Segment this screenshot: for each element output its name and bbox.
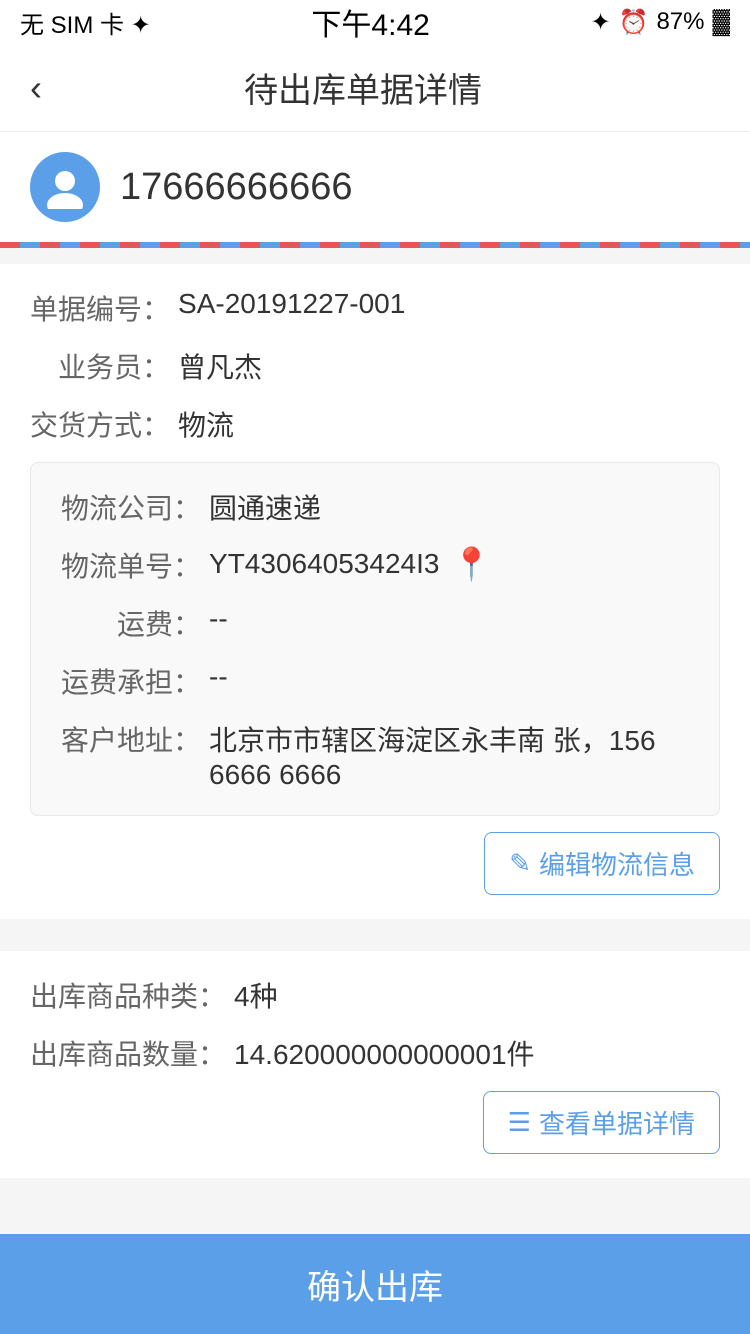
back-icon: ‹ [30, 67, 42, 108]
list-icon: ☰ [508, 1107, 531, 1138]
freight-bearer-value: -- [201, 661, 689, 693]
edit-logistics-button[interactable]: ✎ 编辑物流信息 [484, 832, 720, 895]
tracking-label: 物流单号： [61, 545, 201, 585]
freight-label: 运费： [61, 603, 201, 643]
page-title: 待出库单据详情 [62, 63, 664, 112]
address-label: 客户地址： [61, 719, 201, 759]
status-bar: 无 SIM 卡 ✦ 下午4:42 ✦ ⏰ 87% ▓ [0, 0, 750, 44]
customer-header: 17666666666 [0, 132, 750, 242]
status-right: ✦ ⏰ 87% ▓ [590, 8, 730, 37]
doc-number-label: 单据编号： [30, 288, 170, 328]
goods-quantity-row: 出库商品数量： 14.620000000000001件 [30, 1033, 720, 1073]
edit-icon: ✎ [509, 848, 531, 879]
logistics-card: 物流公司： 圆通速递 物流单号： YT43064053424I3 📍 运费： -… [30, 462, 720, 816]
salesperson-value: 曾凡杰 [170, 346, 720, 386]
doc-number-row: 单据编号： SA-20191227-001 [30, 288, 720, 328]
goods-type-label: 出库商品种类： [30, 975, 226, 1015]
goods-type-value: 4种 [226, 975, 720, 1015]
tracking-value-container: YT43064053424I3 📍 [201, 545, 689, 583]
view-btn-row: ☰ 查看单据详情 [30, 1091, 720, 1154]
confirm-button-label: 确认出库 [307, 1260, 443, 1309]
salesperson-label: 业务员： [30, 346, 170, 386]
customer-phone: 17666666666 [120, 166, 352, 209]
delivery-row: 交货方式： 物流 [30, 404, 720, 444]
logistics-company-label: 物流公司： [61, 487, 201, 527]
edit-btn-row: ✎ 编辑物流信息 [30, 832, 720, 895]
battery-icon: ▓ [713, 8, 731, 36]
logistics-company-value: 圆通速递 [201, 487, 689, 527]
section-divider [0, 919, 750, 935]
logistics-company-row: 物流公司： 圆通速递 [61, 487, 689, 527]
freight-bearer-label: 运费承担： [61, 661, 201, 701]
sim-text: 无 SIM 卡 ✦ [20, 5, 151, 40]
address-row: 客户地址： 北京市市辖区海淀区永丰南 张，156 6666 6666 [61, 719, 689, 791]
delivery-label: 交货方式： [30, 404, 170, 444]
order-info-section: 单据编号： SA-20191227-001 业务员： 曾凡杰 交货方式： 物流 … [0, 264, 750, 919]
salesperson-row: 业务员： 曾凡杰 [30, 346, 720, 386]
confirm-bar[interactable]: 确认出库 [0, 1234, 750, 1334]
goods-quantity-value: 14.620000000000001件 [226, 1033, 720, 1073]
avatar-icon [43, 165, 87, 209]
map-pin-icon[interactable]: 📍 [451, 545, 491, 583]
freight-bearer-row: 运费承担： -- [61, 661, 689, 701]
avatar [30, 152, 100, 222]
delivery-value: 物流 [170, 404, 720, 444]
goods-section: 出库商品种类： 4种 出库商品数量： 14.620000000000001件 ☰… [0, 951, 750, 1178]
view-details-button[interactable]: ☰ 查看单据详情 [483, 1091, 720, 1154]
dashed-divider [0, 242, 750, 248]
freight-value: -- [201, 603, 689, 635]
back-button[interactable]: ‹ [30, 67, 62, 109]
edit-logistics-label: 编辑物流信息 [539, 845, 695, 882]
battery-text: 87% [656, 8, 704, 36]
status-time: 下午4:42 [311, 0, 429, 44]
goods-quantity-label: 出库商品数量： [30, 1033, 226, 1073]
nav-bar: ‹ 待出库单据详情 [0, 44, 750, 132]
status-left: 无 SIM 卡 ✦ [20, 5, 151, 40]
address-value: 北京市市辖区海淀区永丰南 张，156 6666 6666 [201, 719, 689, 791]
clock-icon: ⏰ [619, 8, 649, 37]
location-status-icon: ✦ [590, 8, 610, 37]
tracking-number: YT43064053424I3 [209, 548, 439, 580]
freight-row: 运费： -- [61, 603, 689, 643]
tracking-row: 物流单号： YT43064053424I3 📍 [61, 545, 689, 585]
doc-number-value: SA-20191227-001 [170, 288, 720, 320]
goods-type-row: 出库商品种类： 4种 [30, 975, 720, 1015]
view-details-label: 查看单据详情 [539, 1104, 695, 1141]
